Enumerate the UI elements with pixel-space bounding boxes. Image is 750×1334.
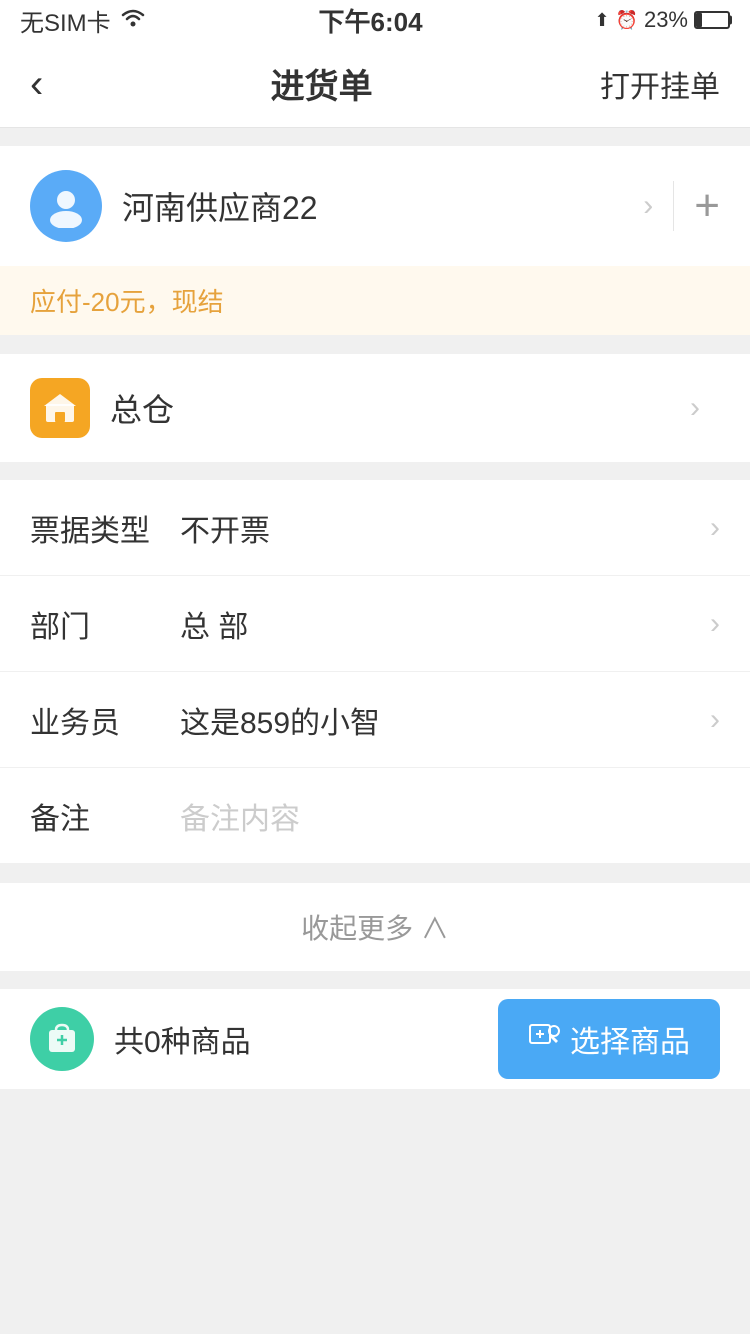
- warehouse-row[interactable]: 总仓 ›: [0, 353, 750, 462]
- warehouse-name: 总仓: [110, 385, 690, 431]
- status-right: ⬆ ⏰ 23%: [594, 7, 730, 33]
- goods-icon: [30, 1007, 94, 1071]
- status-time: 下午6:04: [319, 2, 423, 39]
- status-bar: 无SIM卡 下午6:04 ⬆ ⏰ 23%: [0, 0, 750, 40]
- sales-row[interactable]: 业务员 这是859的小智 ›: [0, 672, 750, 768]
- divider-warehouse: [0, 335, 750, 353]
- add-supplier-button[interactable]: +: [694, 184, 720, 228]
- dept-row[interactable]: 部门 总 部 ›: [0, 576, 750, 672]
- battery-icon: [694, 11, 730, 29]
- supplier-chevron-icon: ›: [643, 189, 653, 223]
- page-title: 进货单: [271, 59, 373, 108]
- invoice-value: 不开票: [160, 506, 710, 550]
- remark-input[interactable]: 备注内容: [160, 794, 720, 838]
- back-button[interactable]: ‹: [30, 64, 43, 104]
- nav-bar: ‹ 进货单 打开挂单: [0, 40, 750, 128]
- dept-label: 部门: [30, 602, 160, 646]
- status-left: 无SIM卡: [20, 3, 147, 38]
- dept-value: 总 部: [160, 602, 710, 646]
- invoice-chevron-icon: ›: [710, 511, 720, 545]
- supplier-row[interactable]: 河南供应商22 › +: [0, 146, 750, 266]
- remark-label: 备注: [30, 794, 160, 838]
- supplier-avatar: [30, 170, 102, 242]
- warehouse-icon: [30, 378, 90, 438]
- select-goods-button[interactable]: 选择商品: [498, 999, 720, 1079]
- warehouse-section: 总仓 ›: [0, 353, 750, 462]
- supplier-section: 河南供应商22 › + 应付-20元，现结: [0, 146, 750, 335]
- remark-row[interactable]: 备注 备注内容: [0, 768, 750, 864]
- collapse-label: 收起更多 ∧: [301, 907, 449, 947]
- wifi-icon: [119, 6, 147, 34]
- location-icon: ⬆: [594, 10, 609, 31]
- warehouse-chevron-icon: ›: [690, 391, 700, 425]
- bottom-bar: 共0种商品 选择商品: [0, 989, 750, 1089]
- sales-value: 这是859的小智: [160, 698, 710, 742]
- invoice-row[interactable]: 票据类型 不开票 ›: [0, 480, 750, 576]
- carrier-text: 无SIM卡: [20, 3, 111, 38]
- alarm-icon: ⏰: [616, 10, 638, 31]
- divider-top: [0, 128, 750, 146]
- divider-vertical: [673, 181, 674, 231]
- sales-chevron-icon: ›: [710, 703, 720, 737]
- select-goods-icon: [528, 1021, 560, 1057]
- select-goods-label: 选择商品: [570, 1017, 690, 1061]
- notice-bar: 应付-20元，现结: [0, 266, 750, 335]
- form-section: 票据类型 不开票 › 部门 总 部 › 业务员 这是859的小智 › 备注 备注…: [0, 480, 750, 864]
- open-pending-button[interactable]: 打开挂单: [600, 62, 720, 106]
- supplier-name: 河南供应商22: [122, 183, 643, 229]
- notice-text: 应付-20元，现结: [30, 287, 224, 317]
- battery-percent: 23%: [644, 7, 688, 33]
- dept-chevron-icon: ›: [710, 607, 720, 641]
- collapse-row[interactable]: 收起更多 ∧: [0, 882, 750, 971]
- sales-label: 业务员: [30, 698, 160, 742]
- invoice-label: 票据类型: [30, 506, 160, 550]
- goods-count: 共0种商品: [114, 1017, 498, 1061]
